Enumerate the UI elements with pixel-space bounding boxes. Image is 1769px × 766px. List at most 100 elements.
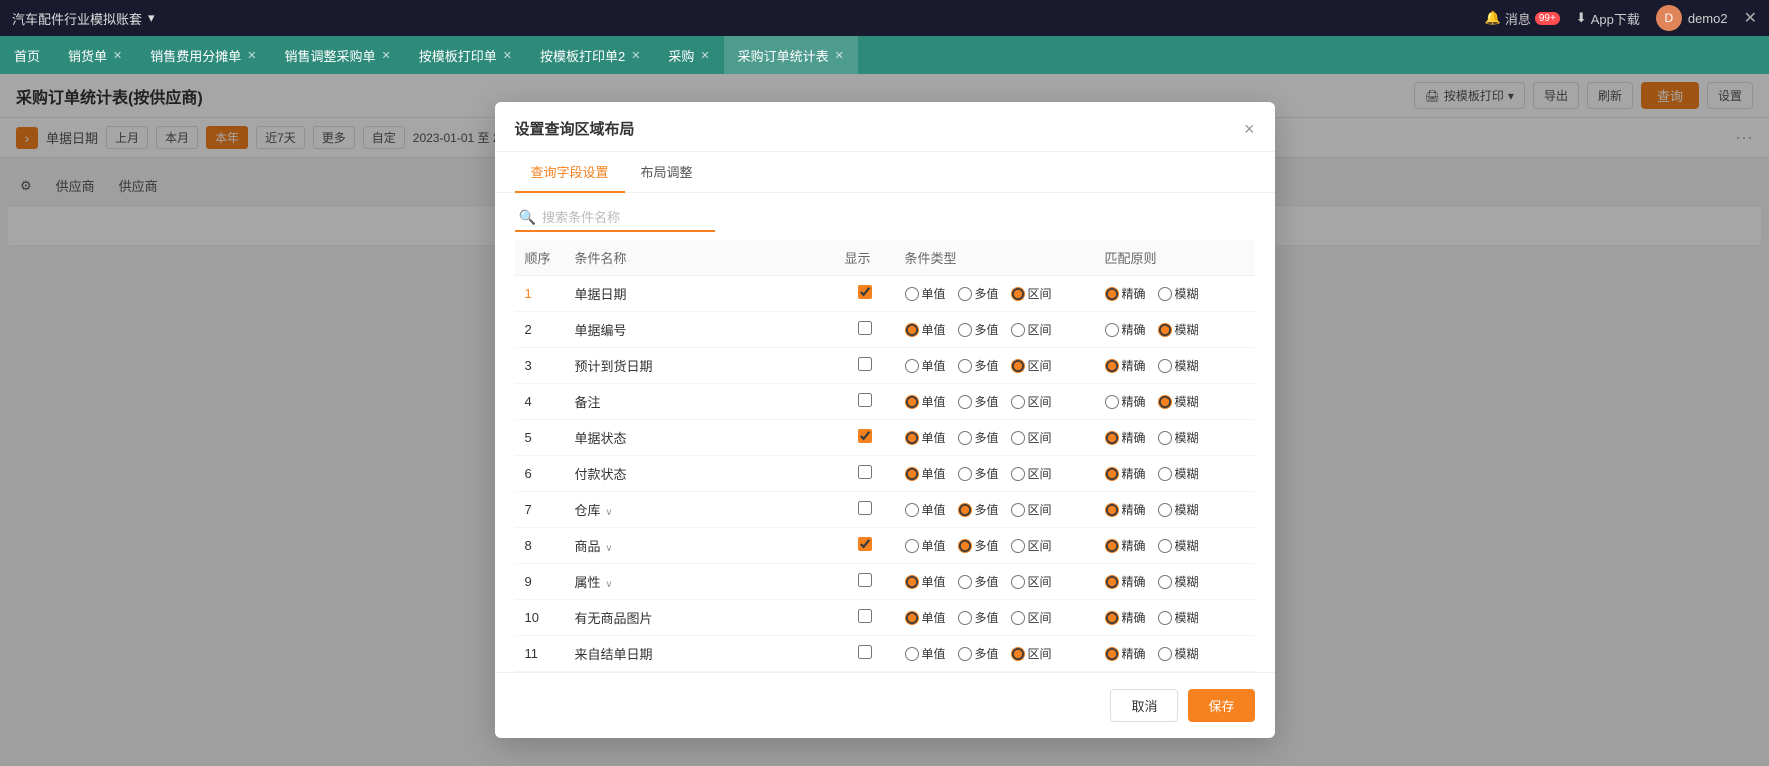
radio-range[interactable]: [1011, 323, 1025, 337]
radio-range[interactable]: [1011, 287, 1025, 301]
radio-fuzzy[interactable]: [1158, 287, 1172, 301]
radio-range[interactable]: [1011, 467, 1025, 481]
type-radio-range[interactable]: 区间: [1011, 537, 1052, 554]
tab-5[interactable]: 按模板打印单2 ✕: [526, 36, 654, 74]
radio-multi[interactable]: [958, 395, 972, 409]
match-radio-exact[interactable]: 精确: [1105, 609, 1146, 626]
radio-single[interactable]: [905, 395, 919, 409]
tab-sales-cost-close[interactable]: ✕: [247, 49, 256, 62]
display-checkbox[interactable]: [858, 537, 872, 551]
radio-single[interactable]: [905, 647, 919, 661]
match-radio-exact[interactable]: 精确: [1105, 393, 1146, 410]
radio-multi[interactable]: [958, 611, 972, 625]
radio-multi[interactable]: [958, 539, 972, 553]
modal-close-button[interactable]: ×: [1244, 120, 1255, 138]
tab-sales-plan[interactable]: 销售调整采购单 ✕: [270, 36, 404, 74]
type-radio-multi[interactable]: 多值: [958, 573, 999, 590]
dropdown-arrow-icon[interactable]: ∨: [603, 507, 613, 518]
type-radio-single[interactable]: 单值: [905, 285, 946, 302]
display-checkbox[interactable]: [858, 645, 872, 659]
radio-single[interactable]: [905, 575, 919, 589]
type-radio-single[interactable]: 单值: [905, 573, 946, 590]
type-radio-multi[interactable]: 多值: [958, 501, 999, 518]
radio-multi[interactable]: [958, 647, 972, 661]
radio-multi[interactable]: [958, 287, 972, 301]
type-radio-single[interactable]: 单值: [905, 357, 946, 374]
type-radio-single[interactable]: 单值: [905, 537, 946, 554]
radio-exact[interactable]: [1105, 539, 1119, 553]
tab-6-close[interactable]: ✕: [700, 49, 709, 62]
radio-single[interactable]: [905, 503, 919, 517]
radio-exact[interactable]: [1105, 323, 1119, 337]
radio-exact[interactable]: [1105, 467, 1119, 481]
save-button[interactable]: 保存: [1188, 689, 1254, 722]
match-radio-fuzzy[interactable]: 模糊: [1158, 537, 1199, 554]
radio-single[interactable]: [905, 539, 919, 553]
match-radio-exact[interactable]: 精确: [1105, 537, 1146, 554]
radio-fuzzy[interactable]: [1158, 467, 1172, 481]
radio-single[interactable]: [905, 359, 919, 373]
radio-exact[interactable]: [1105, 395, 1119, 409]
type-radio-range[interactable]: 区间: [1011, 465, 1052, 482]
radio-exact[interactable]: [1105, 359, 1119, 373]
match-radio-exact[interactable]: 精确: [1105, 501, 1146, 518]
display-checkbox[interactable]: [858, 393, 872, 407]
radio-range[interactable]: [1011, 647, 1025, 661]
radio-multi[interactable]: [958, 323, 972, 337]
radio-range[interactable]: [1011, 359, 1025, 373]
display-checkbox[interactable]: [858, 573, 872, 587]
dropdown-arrow-icon[interactable]: ∨: [603, 579, 613, 590]
cancel-button[interactable]: 取消: [1110, 689, 1178, 722]
match-radio-fuzzy[interactable]: 模糊: [1158, 645, 1199, 662]
type-radio-single[interactable]: 单值: [905, 645, 946, 662]
tab-current[interactable]: 采购订单统计表 ✕: [724, 36, 858, 74]
type-radio-multi[interactable]: 多值: [958, 321, 999, 338]
user-area[interactable]: D demo2: [1656, 5, 1728, 31]
radio-exact[interactable]: [1105, 503, 1119, 517]
display-checkbox[interactable]: [858, 609, 872, 623]
radio-single[interactable]: [905, 287, 919, 301]
match-radio-fuzzy[interactable]: 模糊: [1158, 357, 1199, 374]
display-checkbox[interactable]: [858, 285, 872, 299]
type-radio-range[interactable]: 区间: [1011, 357, 1052, 374]
modal-tab-fields[interactable]: 查询字段设置: [515, 152, 625, 193]
radio-fuzzy[interactable]: [1158, 395, 1172, 409]
type-radio-range[interactable]: 区间: [1011, 429, 1052, 446]
radio-single[interactable]: [905, 323, 919, 337]
radio-exact[interactable]: [1105, 575, 1119, 589]
radio-range[interactable]: [1011, 575, 1025, 589]
tab-sales-plan-close[interactable]: ✕: [382, 49, 391, 62]
modal-tab-layout[interactable]: 布局调整: [625, 152, 709, 193]
type-radio-multi[interactable]: 多值: [958, 357, 999, 374]
type-radio-range[interactable]: 区间: [1011, 321, 1052, 338]
notification-button[interactable]: 🔔 消息 99+: [1485, 9, 1560, 28]
match-radio-fuzzy[interactable]: 模糊: [1158, 393, 1199, 410]
radio-exact[interactable]: [1105, 647, 1119, 661]
match-radio-exact[interactable]: 精确: [1105, 645, 1146, 662]
match-radio-fuzzy[interactable]: 模糊: [1158, 321, 1199, 338]
type-radio-multi[interactable]: 多值: [958, 429, 999, 446]
type-radio-single[interactable]: 单值: [905, 465, 946, 482]
app-download-button[interactable]: ⬇ App下载: [1576, 9, 1640, 28]
radio-fuzzy[interactable]: [1158, 539, 1172, 553]
radio-range[interactable]: [1011, 611, 1025, 625]
display-checkbox[interactable]: [858, 465, 872, 479]
match-radio-fuzzy[interactable]: 模糊: [1158, 429, 1199, 446]
match-radio-exact[interactable]: 精确: [1105, 573, 1146, 590]
match-radio-exact[interactable]: 精确: [1105, 357, 1146, 374]
dropdown-arrow-icon[interactable]: ∨: [603, 543, 613, 554]
match-radio-fuzzy[interactable]: 模糊: [1158, 573, 1199, 590]
type-radio-multi[interactable]: 多值: [958, 537, 999, 554]
display-checkbox[interactable]: [858, 321, 872, 335]
display-checkbox[interactable]: [858, 357, 872, 371]
radio-single[interactable]: [905, 611, 919, 625]
type-radio-single[interactable]: 单值: [905, 501, 946, 518]
radio-range[interactable]: [1011, 539, 1025, 553]
tab-home[interactable]: 首页: [0, 36, 54, 74]
match-radio-fuzzy[interactable]: 模糊: [1158, 501, 1199, 518]
radio-fuzzy[interactable]: [1158, 575, 1172, 589]
radio-single[interactable]: [905, 431, 919, 445]
tab-sales[interactable]: 销货单 ✕: [54, 36, 136, 74]
radio-multi[interactable]: [958, 467, 972, 481]
radio-exact[interactable]: [1105, 287, 1119, 301]
